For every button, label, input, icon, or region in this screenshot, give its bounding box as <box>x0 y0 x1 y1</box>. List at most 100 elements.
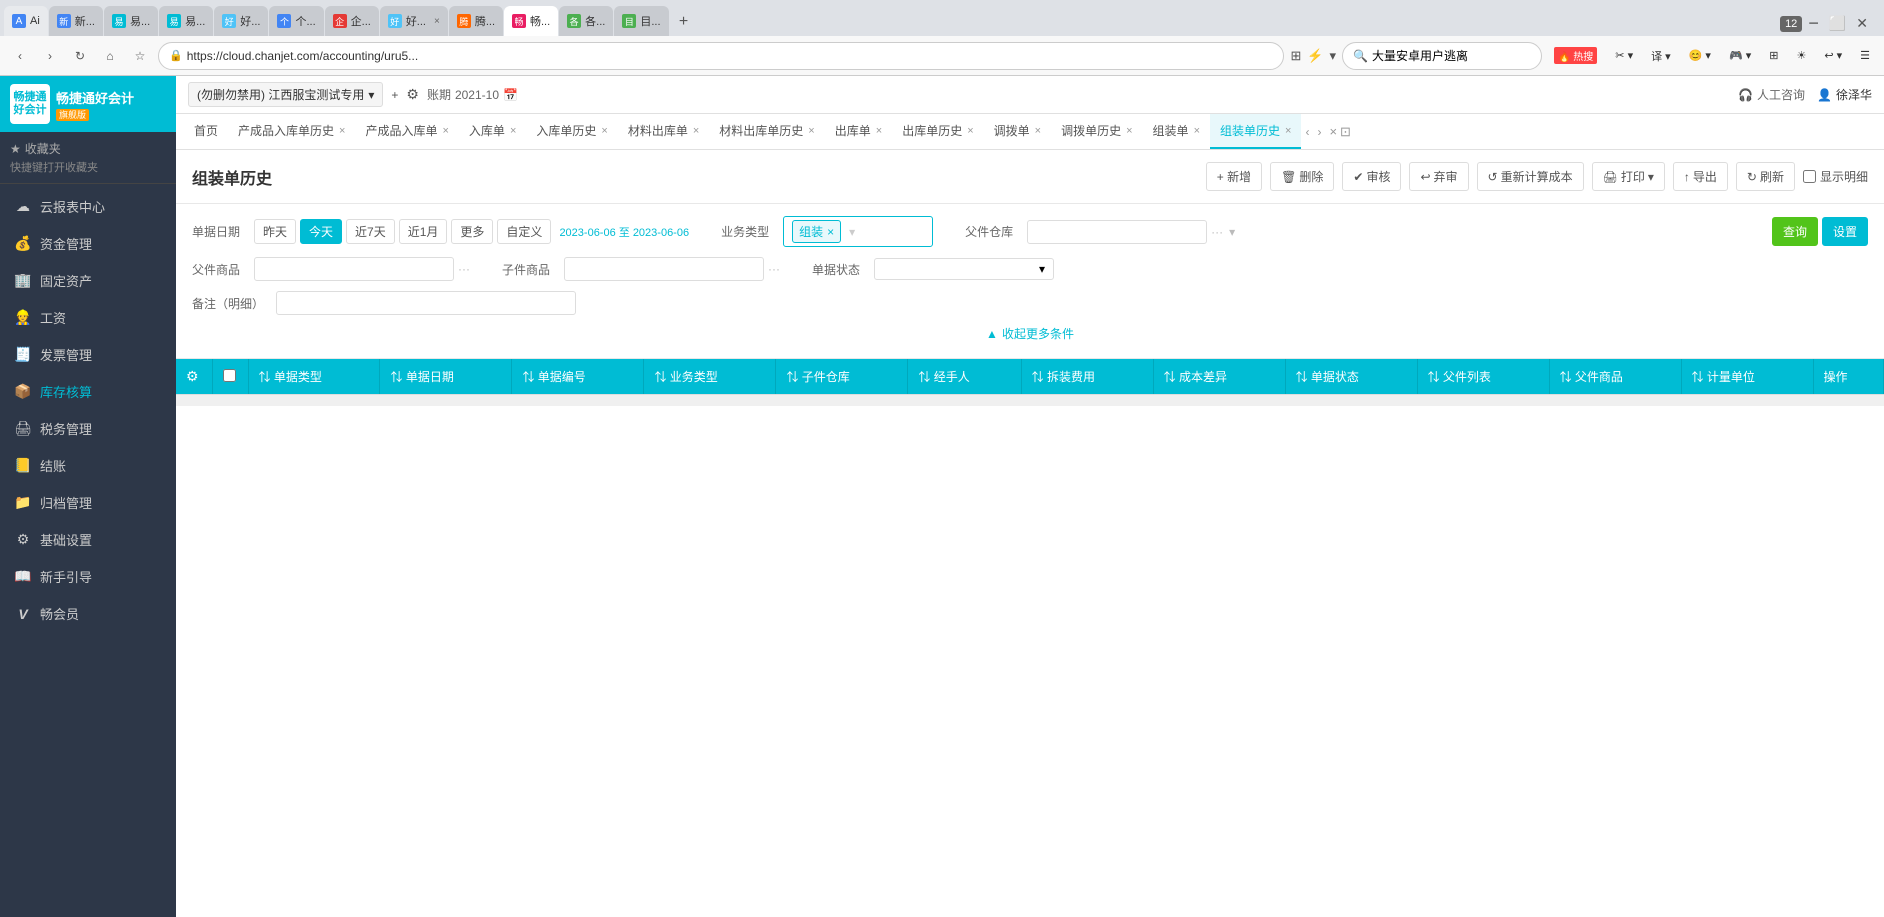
home-button[interactable]: ⌂ <box>98 44 122 68</box>
tab-close-outstock-history[interactable]: × <box>967 125 973 137</box>
reload-button[interactable]: ↻ <box>68 44 92 68</box>
add-company-button[interactable]: + <box>391 88 398 102</box>
calendar-icon[interactable]: 📅 <box>503 88 518 102</box>
tab-product-in[interactable]: 产成品入库单 × <box>355 114 458 149</box>
dropdown-button[interactable]: ▾ <box>1330 48 1337 64</box>
parent-goods-input[interactable] <box>254 257 454 281</box>
grid-btn[interactable]: ⊞ <box>1763 46 1784 65</box>
sidebar-item-cloud-report[interactable]: ☁ 云报表中心 <box>0 188 176 225</box>
tab-scroll-left[interactable]: ‹ <box>1301 121 1313 143</box>
th-parent-goods[interactable]: ⇅ 父件商品 <box>1549 359 1681 394</box>
th-biz-type[interactable]: ⇅ 业务类型 <box>644 359 776 394</box>
child-goods-more-icon[interactable]: ··· <box>768 262 780 276</box>
sidebar-item-inventory[interactable]: 📦 库存核算 <box>0 373 176 410</box>
child-goods-input[interactable] <box>564 257 764 281</box>
th-child-warehouse[interactable]: ⇅ 子件仓库 <box>776 359 908 394</box>
th-checkbox[interactable] <box>212 359 248 394</box>
company-selector[interactable]: (勿删勿禁用) 江西服宝测试专用 ▾ <box>188 82 383 107</box>
tab-outstock[interactable]: 出库单 × <box>825 114 892 149</box>
scrollbar[interactable] <box>176 394 1884 406</box>
translate-btn[interactable]: 译 ▾ <box>1645 45 1677 67</box>
tab-close-product-in[interactable]: × <box>442 125 448 137</box>
recalculate-button[interactable]: ↺ 重新计算成本 <box>1477 162 1584 191</box>
tab-close-transfer-history[interactable]: × <box>1126 125 1132 137</box>
biz-type-input-container[interactable]: 组装 × ▾ <box>783 216 933 247</box>
tab-3[interactable]: 易 易... <box>104 6 158 36</box>
menu-btn[interactable]: ☰ <box>1854 46 1876 65</box>
tab-8[interactable]: 好 好... × <box>380 6 448 36</box>
sidebar-item-archive[interactable]: 📁 归档管理 <box>0 484 176 521</box>
more-btn[interactable]: 更多 <box>451 219 493 244</box>
th-disassemble-fee[interactable]: ⇅ 拆装费用 <box>1021 359 1153 394</box>
tab-material-out-history[interactable]: 材料出库单历史 × <box>709 114 824 149</box>
tab-home[interactable]: 首页 <box>184 114 228 149</box>
th-bill-status[interactable]: ⇅ 单据状态 <box>1285 359 1417 394</box>
tab-chanjet[interactable]: 畅 畅... <box>504 6 558 36</box>
sidebar-item-membership[interactable]: V 畅会员 <box>0 595 176 632</box>
tab-assembly-history[interactable]: 组装单历史 × <box>1210 114 1301 149</box>
th-bill-type[interactable]: ⇅ 单据类型 <box>248 359 380 394</box>
th-settings[interactable]: ⚙ <box>176 359 212 394</box>
bill-status-dropdown[interactable]: ▾ <box>874 258 1054 280</box>
tab-transfer[interactable]: 调拨单 × <box>984 114 1051 149</box>
th-handler[interactable]: ⇅ 经手人 <box>908 359 1021 394</box>
select-all-checkbox[interactable] <box>223 369 236 382</box>
undo-btn[interactable]: ↩ ▾ <box>1818 46 1848 65</box>
tab-12[interactable]: 目 目... <box>614 6 668 36</box>
tab-scroll-right[interactable]: › <box>1313 121 1325 143</box>
sidebar-item-invoice[interactable]: 🧾 发票管理 <box>0 336 176 373</box>
audit-button[interactable]: ✔ 审核 <box>1342 162 1401 191</box>
scissors-btn[interactable]: ✂ ▾ <box>1609 46 1639 65</box>
biz-type-dropdown-icon[interactable]: ▾ <box>849 225 855 239</box>
last1month-btn[interactable]: 近1月 <box>399 219 448 244</box>
th-bill-number[interactable]: ⇅ 单据编号 <box>512 359 644 394</box>
sidebar-item-settlement[interactable]: 📒 结账 <box>0 447 176 484</box>
user-info[interactable]: 👤 徐泽华 <box>1817 86 1872 103</box>
new-tab-button[interactable]: + <box>670 8 698 36</box>
sidebar-item-fund[interactable]: 💰 资金管理 <box>0 225 176 262</box>
tab-close-outstock[interactable]: × <box>876 125 882 137</box>
minimize-button[interactable]: − <box>1804 11 1823 36</box>
close-button[interactable]: ✕ <box>1852 13 1872 34</box>
tab-close-instock-history[interactable]: × <box>601 125 607 137</box>
tab-close-material-out-history[interactable]: × <box>808 125 814 137</box>
th-cost-diff[interactable]: ⇅ 成本差异 <box>1153 359 1285 394</box>
tab-ai[interactable]: A Ai <box>4 6 48 36</box>
today-btn[interactable]: 今天 <box>300 219 342 244</box>
abandon-button[interactable]: ↩ 弃审 <box>1409 162 1468 191</box>
settings-gear-icon[interactable]: ⚙ <box>406 86 419 103</box>
sidebar-item-guide[interactable]: 📖 新手引导 <box>0 558 176 595</box>
tab-product-in-history[interactable]: 产成品入库单历史 × <box>228 114 355 149</box>
lightning-button[interactable]: ⚡ <box>1307 48 1323 64</box>
sidebar-item-tax[interactable]: 🖨 税务管理 <box>0 410 176 447</box>
favorite-title[interactable]: ★ 收藏夹 <box>10 140 166 157</box>
tab-9[interactable]: 腾 腾... <box>449 6 503 36</box>
biz-type-tag-remove[interactable]: × <box>827 225 834 239</box>
forward-button[interactable]: › <box>38 44 62 68</box>
parent-warehouse-more-icon[interactable]: ··· <box>1211 225 1223 239</box>
column-settings-icon[interactable]: ⚙ <box>186 368 199 384</box>
show-detail-checkbox[interactable] <box>1803 170 1816 183</box>
tab-close-product-in-history[interactable]: × <box>339 125 345 137</box>
qr-button[interactable]: ⊞ <box>1290 48 1301 64</box>
tab-11[interactable]: 各 各... <box>559 6 613 36</box>
tab-assembly[interactable]: 组装单 × <box>1143 114 1210 149</box>
tab-close-material-out[interactable]: × <box>693 125 699 137</box>
bookmark-button[interactable]: ☆ <box>128 44 152 68</box>
parent-warehouse-dropdown[interactable]: ▾ <box>1229 225 1235 239</box>
th-parent-list[interactable]: ⇅ 父件列表 <box>1417 359 1549 394</box>
tab-close-assembly-history[interactable]: × <box>1285 125 1291 137</box>
game-btn[interactable]: 🎮 ▾ <box>1723 46 1757 65</box>
maximize-button[interactable]: ⬜ <box>1825 13 1850 34</box>
parent-goods-more-icon[interactable]: ··· <box>458 262 470 276</box>
yesterday-btn[interactable]: 昨天 <box>254 219 296 244</box>
tab-instock-history[interactable]: 入库单历史 × <box>526 114 617 149</box>
tab-4[interactable]: 易 易... <box>159 6 213 36</box>
new-button[interactable]: + 新增 <box>1206 162 1262 191</box>
tab-close-assembly[interactable]: × <box>1194 125 1200 137</box>
print-button[interactable]: 🖨 打印 ▾ <box>1592 162 1665 191</box>
th-unit[interactable]: ⇅ 计量单位 <box>1681 359 1813 394</box>
custom-btn[interactable]: 自定义 <box>497 219 551 244</box>
tab-close-instock[interactable]: × <box>510 125 516 137</box>
show-detail-checkbox-label[interactable]: 显示明细 <box>1803 168 1868 185</box>
